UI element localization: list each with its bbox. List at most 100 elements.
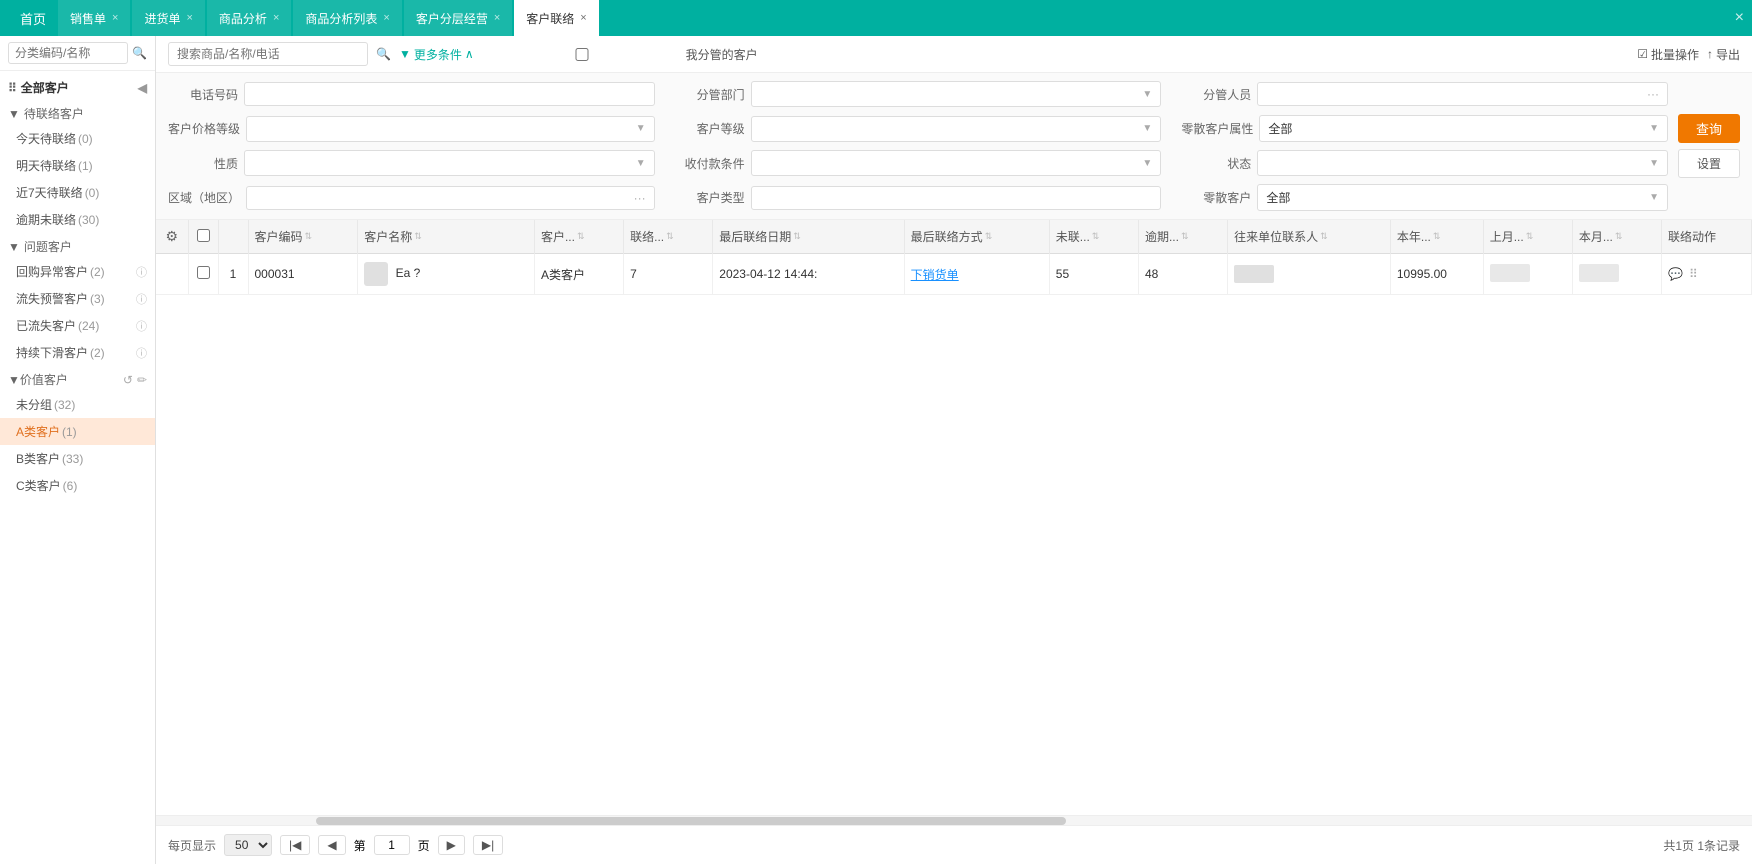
sidebar-search-icon[interactable]: 🔍 xyxy=(132,46,147,60)
settings-button[interactable]: 设置 xyxy=(1678,149,1740,178)
export-btn[interactable]: ↑ 导出 xyxy=(1707,46,1740,63)
sidebar-item-7days[interactable]: 近7天待联络 (0) xyxy=(0,179,155,206)
sidebar-collapse-icon[interactable]: ◀ xyxy=(138,81,147,95)
nav-tab-analysis[interactable]: 商品分析 × xyxy=(207,0,291,36)
th-contacts: 联络... ⇅ xyxy=(624,220,713,254)
sort-icon-overdue[interactable]: ⇅ xyxy=(1181,231,1189,242)
last-page-btn[interactable]: ▶| xyxy=(473,835,503,855)
sort-icon-last-date[interactable]: ⇅ xyxy=(793,231,801,242)
nav-home[interactable]: 首页 xyxy=(8,0,58,36)
sort-icon-code[interactable]: ⇅ xyxy=(305,231,313,242)
sidebar-item-c-class[interactable]: C类客户 (6) xyxy=(0,472,155,499)
nav-tab-sales[interactable]: 销售单 × xyxy=(58,0,130,36)
prev-page-btn[interactable]: ◀ xyxy=(318,835,345,855)
th-name: 客户名称 ⇅ xyxy=(358,220,535,254)
edit-icon[interactable]: ✏ xyxy=(137,373,147,387)
this-month-placeholder xyxy=(1579,264,1619,282)
phone-input[interactable] xyxy=(244,82,655,106)
nav-tab-purchase[interactable]: 进货单 × xyxy=(132,0,204,36)
status-select[interactable]: ▼ xyxy=(1257,150,1668,176)
close-analysis-list-tab[interactable]: × xyxy=(383,12,389,24)
sidebar-item-churn-warning[interactable]: 流失预警客户 (3) ⓘ xyxy=(0,285,155,312)
problem-arrow: ▼ xyxy=(8,240,20,254)
td-settings xyxy=(156,254,188,295)
th-settings: ⚙ xyxy=(156,220,188,254)
sidebar-item-declining[interactable]: 持续下滑客户 (2) ⓘ xyxy=(0,339,155,366)
close-segment-tab[interactable]: × xyxy=(494,12,500,24)
filter-cell-nature: 性质 ▼ xyxy=(168,150,655,176)
table-row: 1 000031 Ea ? A类客户 7 2023-04-12 14:44: 下… xyxy=(156,254,1752,295)
next-page-btn[interactable]: ▶ xyxy=(438,835,465,855)
info-icon-1: ⓘ xyxy=(136,264,147,280)
nav-tab-customer-contact[interactable]: 客户联络 × xyxy=(514,0,598,36)
sort-icon-unit-contacts[interactable]: ⇅ xyxy=(1320,231,1328,242)
page-number-input[interactable]: 1 xyxy=(374,835,410,855)
sort-icon-name[interactable]: ⇅ xyxy=(414,231,422,242)
close-analysis-tab[interactable]: × xyxy=(273,12,279,24)
batch-action-btn[interactable]: ☑ 批量操作 xyxy=(1637,46,1699,63)
sort-icon-category[interactable]: ⇅ xyxy=(577,231,585,242)
sort-icon-uncontacted[interactable]: ⇅ xyxy=(1092,231,1100,242)
customer-type-input[interactable] xyxy=(751,186,1162,210)
nature-select[interactable]: ▼ xyxy=(244,150,655,176)
scatter-attr-select[interactable]: 全部 ▼ xyxy=(1259,115,1668,142)
sidebar-item-churned[interactable]: 已流失客户 (24) ⓘ xyxy=(0,312,155,339)
close-purchase-tab[interactable]: × xyxy=(186,12,192,24)
last-method-link[interactable]: 下销货单 xyxy=(911,268,959,282)
per-page-select[interactable]: 50 xyxy=(224,834,272,856)
sidebar-item-unclassified[interactable]: 未分组 (32) xyxy=(0,391,155,418)
refresh-icon[interactable]: ↺ xyxy=(123,373,133,387)
region-input[interactable]: ··· xyxy=(246,186,655,210)
close-sales-tab[interactable]: × xyxy=(112,12,118,24)
nav-tab-customer-segment[interactable]: 客户分层经营 × xyxy=(404,0,512,36)
last-month-placeholder xyxy=(1490,264,1530,282)
sort-icon-contacts[interactable]: ⇅ xyxy=(666,231,674,242)
horizontal-scrollbar[interactable] xyxy=(156,815,1752,825)
customer-level-select[interactable]: ▼ xyxy=(751,116,1162,142)
query-button[interactable]: 查询 xyxy=(1678,114,1740,143)
select-all-checkbox[interactable] xyxy=(197,229,210,242)
sort-icon-this-month[interactable]: ⇅ xyxy=(1615,231,1623,242)
sort-icon-last-month[interactable]: ⇅ xyxy=(1526,231,1534,242)
window-close-button[interactable]: × xyxy=(1735,9,1744,27)
row-checkbox[interactable] xyxy=(197,266,210,279)
sidebar-item-repurchase-abnormal[interactable]: 回购异常客户 (2) ⓘ xyxy=(0,258,155,285)
sidebar-item-overdue[interactable]: 逾期未联络 (30) xyxy=(0,206,155,233)
sort-icon-last-method[interactable]: ⇅ xyxy=(985,231,993,242)
td-checkbox xyxy=(188,254,218,295)
more-filter-btn[interactable]: ▼ 更多条件 ∧ xyxy=(399,46,474,63)
scatter-select[interactable]: 全部 ▼ xyxy=(1257,184,1668,211)
td-last-month xyxy=(1483,254,1572,295)
search-filter-icon[interactable]: 🔍 xyxy=(376,47,391,61)
payment-select[interactable]: ▼ xyxy=(751,150,1162,176)
dept-select[interactable]: ▼ xyxy=(751,81,1162,107)
th-unit-contacts-label: 往来单位联系人 xyxy=(1234,228,1318,245)
pagination-bar: 每页显示 50 |◀ ◀ 第 1 页 ▶ ▶| 共1页 1条记录 xyxy=(156,825,1752,864)
manager-input[interactable]: ··· xyxy=(1257,82,1668,106)
content-area: 🔍 ▼ 更多条件 ∧ 我分管的客户 ☑ 批量操作 ↑ 导出 xyxy=(156,36,1752,864)
td-actions: 💬 ⠿ xyxy=(1662,254,1752,295)
first-page-btn[interactable]: |◀ xyxy=(280,835,310,855)
sidebar-search-input[interactable] xyxy=(8,42,128,64)
nav-tab-analysis-list[interactable]: 商品分析列表 × xyxy=(293,0,401,36)
value-group-icons: ↺ ✏ xyxy=(123,373,147,387)
sidebar: 🔍 ⠿ 全部客户 ◀ ▼ 待联络客户 今天待联络 (0) 明天待联络 (1) 近… xyxy=(0,36,156,864)
th-last-date-label: 最后联络日期 xyxy=(719,228,791,245)
price-level-select[interactable]: ▼ xyxy=(246,116,655,142)
search-input[interactable] xyxy=(168,42,368,66)
chat-icon[interactable]: 💬 xyxy=(1668,267,1683,281)
filter-cell-status: 状态 ▼ xyxy=(1181,150,1668,176)
table-settings-icon[interactable]: ⚙ xyxy=(165,228,178,244)
sidebar-item-a-class[interactable]: A类客户 (1) xyxy=(0,418,155,445)
sidebar-item-tomorrow[interactable]: 明天待联络 (1) xyxy=(0,152,155,179)
sort-icon-this-year[interactable]: ⇅ xyxy=(1433,231,1441,242)
close-contact-tab[interactable]: × xyxy=(580,12,586,24)
sidebar-item-b-class[interactable]: B类客户 (33) xyxy=(0,445,155,472)
sidebar-item-today[interactable]: 今天待联络 (0) xyxy=(0,125,155,152)
scrollbar-thumb[interactable] xyxy=(316,817,1066,825)
qr-icon[interactable]: ⠿ xyxy=(1689,267,1698,281)
info-icon-2: ⓘ xyxy=(136,291,147,307)
my-customer-checkbox[interactable] xyxy=(482,48,682,61)
filter-cell-payment: 收付款条件 ▼ xyxy=(675,150,1162,176)
scatter-caret: ▼ xyxy=(1649,192,1659,203)
